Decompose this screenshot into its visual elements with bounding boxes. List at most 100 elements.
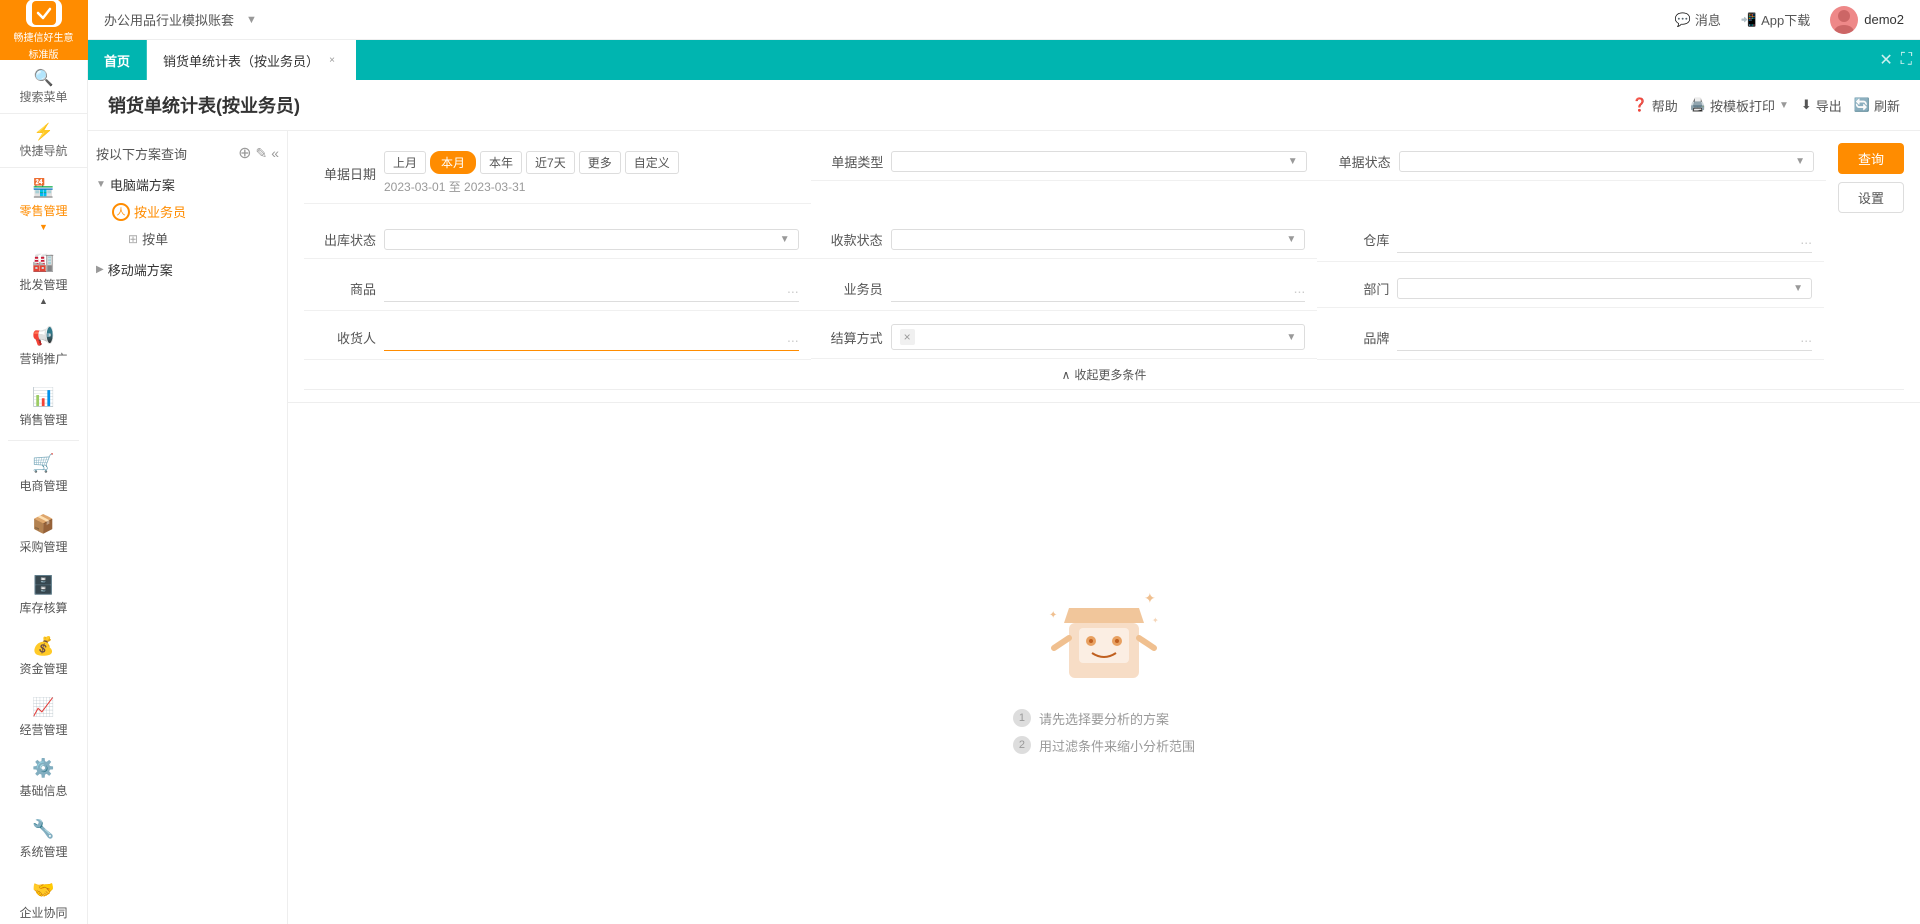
print-icon: 🖨️ bbox=[1690, 97, 1706, 113]
schema-item-order[interactable]: ⊞ 按单 bbox=[96, 225, 279, 252]
sidebar-item-finance[interactable]: 💰 资金管理 bbox=[0, 626, 87, 687]
sidebar-item-inventory[interactable]: 🗄️ 库存核算 bbox=[0, 565, 87, 626]
filter-consignee-cell: 收货人 ... bbox=[304, 315, 811, 360]
sidebar-item-system[interactable]: 🔧 系统管理 bbox=[0, 809, 87, 870]
consignee-dots[interactable]: ... bbox=[787, 329, 799, 345]
sidebar-item-sales[interactable]: 📊 销售管理 bbox=[0, 377, 87, 438]
content-area: 销货单统计表(按业务员) ❓ 帮助 🖨️ 按模板打印 ▼ ⬇ 导出 🔄 刷新 bbox=[88, 80, 1920, 924]
sidebar-item-enterprise[interactable]: 🤝 企业协同 bbox=[0, 870, 87, 924]
consignee-input[interactable] bbox=[384, 327, 783, 346]
date-btn-this-year[interactable]: 本年 bbox=[480, 151, 522, 174]
purchase-icon: 📦 bbox=[32, 514, 54, 535]
date-btn-more[interactable]: 更多 bbox=[579, 151, 621, 174]
schema-item-salesman[interactable]: 人 按业务员 bbox=[96, 198, 279, 225]
marketing-label: 营销推广 bbox=[19, 350, 67, 367]
outstatus-select[interactable]: ▼ bbox=[384, 229, 799, 250]
date-btn-last-month[interactable]: 上月 bbox=[384, 151, 426, 174]
step-1-text: 请先选择要分析的方案 bbox=[1039, 709, 1169, 728]
print-label: 按模板打印 bbox=[1710, 96, 1775, 115]
ecommerce-label: 电商管理 bbox=[19, 477, 67, 494]
sidebar-item-operations[interactable]: 📈 经营管理 bbox=[0, 687, 87, 748]
quick-label: 快捷导航 bbox=[0, 142, 87, 159]
close-tab-btn[interactable]: × bbox=[325, 53, 339, 67]
sidebar-item-ecommerce[interactable]: 🛒 电商管理 bbox=[0, 443, 87, 504]
step-2-num: 2 bbox=[1013, 736, 1031, 754]
sidebar-item-retail[interactable]: 🏪 零售管理 ▼ bbox=[0, 168, 87, 242]
page-actions: ❓ 帮助 🖨️ 按模板打印 ▼ ⬇ 导出 🔄 刷新 bbox=[1632, 96, 1900, 115]
brand-input-area: ... bbox=[1397, 323, 1812, 351]
query-btn[interactable]: 查询 bbox=[1838, 143, 1904, 174]
enterprise-icon: 🤝 bbox=[32, 880, 54, 901]
receiptstatus-select[interactable]: ▼ bbox=[891, 229, 1306, 250]
filter-department-cell: 部门 ▼ bbox=[1317, 270, 1824, 308]
maximize-btn[interactable]: ⛶ bbox=[1901, 51, 1912, 69]
avatar bbox=[1830, 6, 1858, 34]
svg-text:✦: ✦ bbox=[1049, 610, 1057, 621]
brand-input[interactable] bbox=[1397, 327, 1796, 346]
filter-doctype-cell: 单据类型 ▼ bbox=[811, 143, 1318, 181]
sidebar-item-basic[interactable]: ⚙️ 基础信息 bbox=[0, 748, 87, 809]
page-header: 销货单统计表(按业务员) ❓ 帮助 🖨️ 按模板打印 ▼ ⬇ 导出 🔄 刷新 bbox=[88, 80, 1920, 131]
date-btn-this-month[interactable]: 本月 bbox=[430, 151, 476, 174]
salesman-dots[interactable]: ... bbox=[1294, 280, 1306, 296]
date-label: 单据日期 bbox=[316, 164, 376, 183]
brand-dots[interactable]: ... bbox=[1800, 329, 1812, 345]
help-btn[interactable]: ❓ 帮助 bbox=[1632, 96, 1678, 115]
department-select[interactable]: ▼ bbox=[1397, 278, 1812, 299]
add-schema-btn[interactable]: ⊕ bbox=[238, 143, 251, 163]
close-window-btn[interactable]: ✕ bbox=[1879, 50, 1892, 70]
product-input[interactable] bbox=[384, 278, 783, 297]
filter-docstatus-cell: 单据状态 ▼ bbox=[1319, 143, 1826, 181]
sidebar-search[interactable]: 🔍 搜索菜单 bbox=[0, 60, 87, 114]
app-name: 畅捷信好生意 bbox=[14, 29, 74, 44]
sidebar-quick-nav[interactable]: ⚡ 快捷导航 bbox=[0, 114, 87, 168]
setting-btn[interactable]: 设置 bbox=[1838, 182, 1904, 213]
warehouse-input[interactable] bbox=[1397, 229, 1796, 248]
tab-home[interactable]: 首页 bbox=[88, 40, 147, 80]
settlement-select[interactable]: × ▼ bbox=[891, 324, 1306, 350]
product-dots[interactable]: ... bbox=[787, 280, 799, 296]
sidebar-item-wholesale[interactable]: 🏭 批发管理 ▲ bbox=[0, 242, 87, 316]
filter-warehouse-cell: 仓库 ... bbox=[1317, 217, 1824, 262]
filter-row-2: 出库状态 ▼ 收款状态 ▼ bbox=[304, 213, 1904, 262]
settlement-tag-x[interactable]: × bbox=[900, 329, 915, 345]
topbar-right: 💬 消息 📲 App下载 demo2 bbox=[1675, 6, 1904, 34]
mobile-section-title[interactable]: ▶ 移动端方案 bbox=[96, 256, 279, 283]
topbar-arrow[interactable]: ▼ bbox=[246, 14, 257, 26]
date-btn-custom[interactable]: 自定义 bbox=[625, 151, 679, 174]
date-btn-7days[interactable]: 近7天 bbox=[526, 151, 575, 174]
message-btn[interactable]: 💬 消息 bbox=[1675, 10, 1721, 29]
edit-schema-btn[interactable]: ✎ bbox=[255, 145, 267, 162]
warehouse-dots[interactable]: ... bbox=[1800, 231, 1812, 247]
pc-section-label: 电脑端方案 bbox=[110, 175, 175, 194]
svg-text:✦: ✦ bbox=[1144, 590, 1156, 606]
collapse-more-btn[interactable]: ∧ 收起更多条件 bbox=[304, 360, 1904, 390]
print-btn[interactable]: 🖨️ 按模板打印 ▼ bbox=[1690, 96, 1789, 115]
system-label: 系统管理 bbox=[19, 843, 67, 860]
refresh-btn[interactable]: 🔄 刷新 bbox=[1854, 96, 1900, 115]
sidebar-item-marketing[interactable]: 📢 营销推广 bbox=[0, 316, 87, 377]
app-download-btn[interactable]: 📲 App下载 bbox=[1741, 10, 1810, 29]
export-btn[interactable]: ⬇ 导出 bbox=[1801, 96, 1842, 115]
wholesale-icon: 🏭 bbox=[32, 252, 54, 273]
inventory-icon: 🗄️ bbox=[32, 575, 54, 596]
collapse-icon: ∧ bbox=[1062, 368, 1071, 382]
refresh-icon: 🔄 bbox=[1854, 97, 1870, 113]
warehouse-input-area: ... bbox=[1397, 225, 1812, 253]
sidebar-item-purchase[interactable]: 📦 采购管理 bbox=[0, 504, 87, 565]
search-label: 搜索菜单 bbox=[0, 88, 87, 105]
salesman-input[interactable] bbox=[891, 278, 1290, 297]
tab-sales-stat[interactable]: 销货单统计表（按业务员） × bbox=[147, 40, 356, 80]
pc-section-title[interactable]: ▼ 电脑端方案 bbox=[96, 171, 279, 198]
action-buttons: 查询 设置 bbox=[1826, 143, 1904, 213]
salesman-input-area: ... bbox=[891, 274, 1306, 302]
docstatus-select[interactable]: ▼ bbox=[1399, 151, 1814, 172]
retail-icon: 🏪 bbox=[32, 178, 54, 199]
doctype-select[interactable]: ▼ bbox=[891, 151, 1306, 172]
filter-area: 单据日期 上月 本月 本年 近7天 更多 自定义 20 bbox=[288, 131, 1920, 403]
salesman-label: 业务员 bbox=[823, 279, 883, 298]
collapse-panel-btn[interactable]: « bbox=[271, 145, 279, 161]
filter-settlement-cell: 结算方式 × ▼ bbox=[811, 316, 1318, 359]
warehouse-label: 仓库 bbox=[1329, 230, 1389, 249]
empty-step-2: 2 用过滤条件来缩小分析范围 bbox=[1013, 736, 1195, 755]
